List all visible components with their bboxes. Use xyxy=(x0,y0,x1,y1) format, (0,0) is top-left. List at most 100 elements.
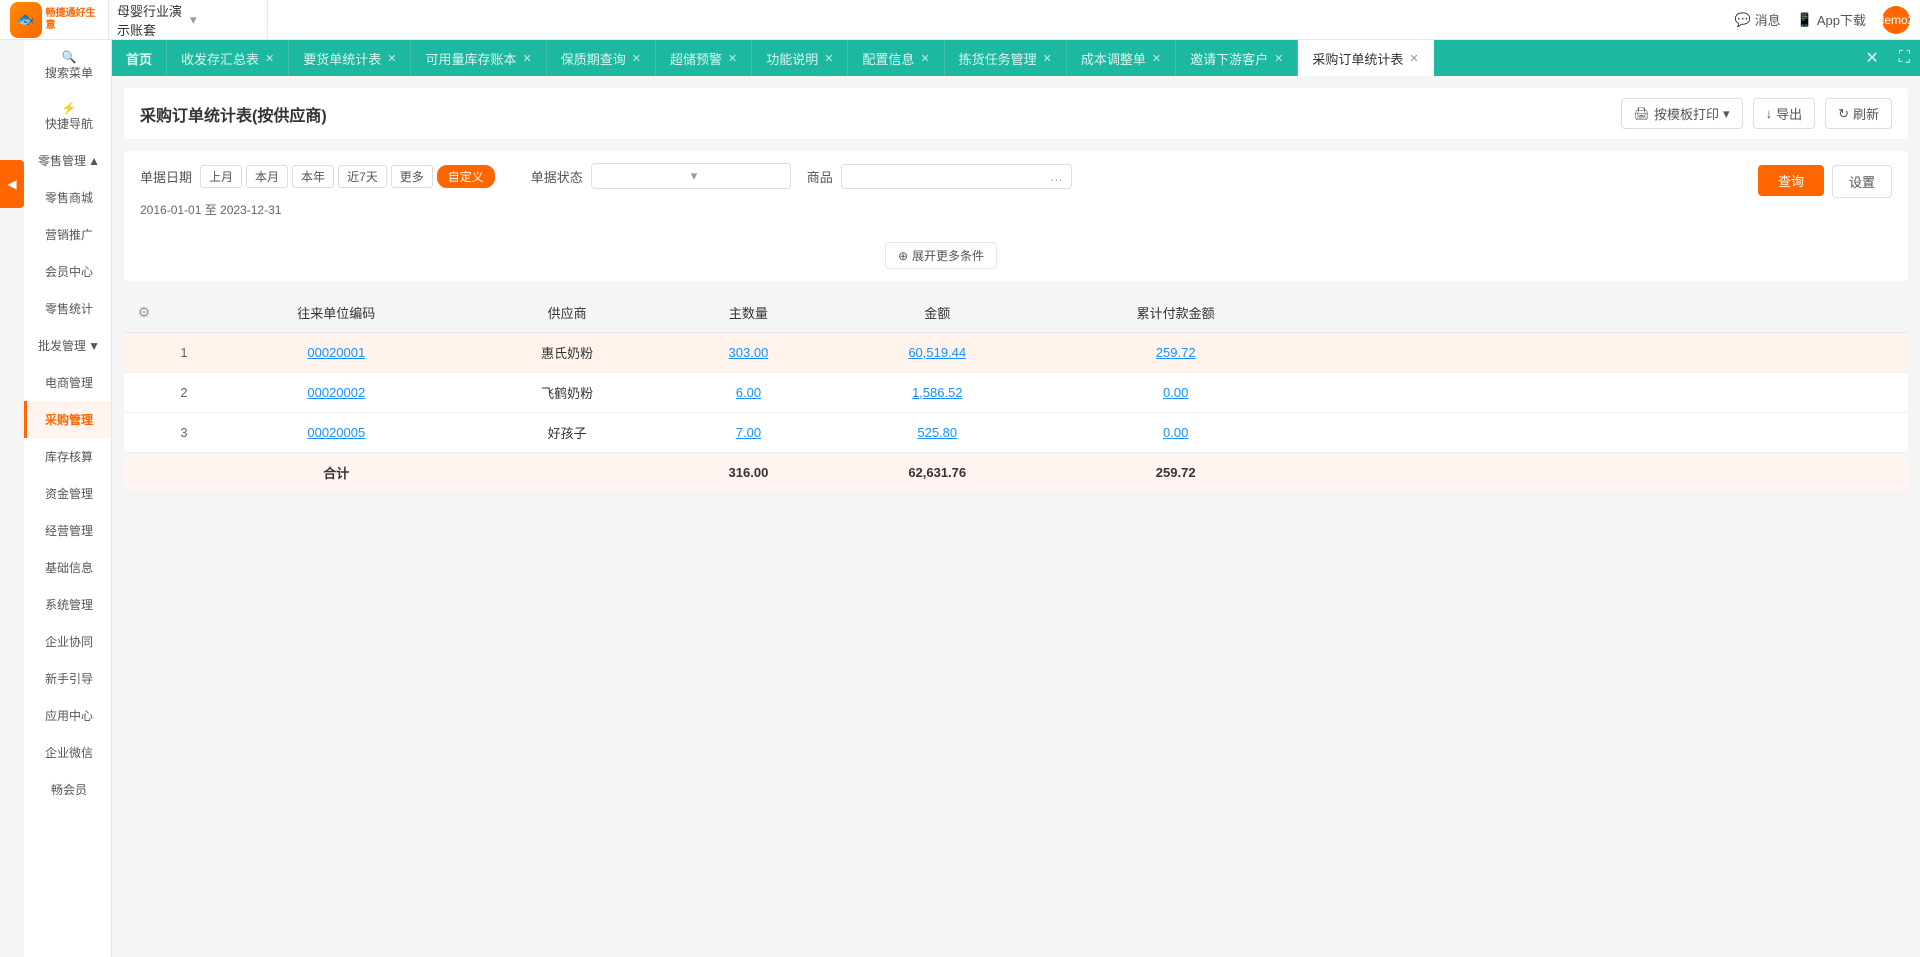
query-button[interactable]: 查询 xyxy=(1758,165,1824,196)
tab-pick-task-close[interactable]: ✕ xyxy=(1043,52,1052,65)
sidebar-item-member[interactable]: 会员中心 xyxy=(24,253,111,290)
tab-cost-adjust[interactable]: 成本调整单 ✕ xyxy=(1067,40,1176,76)
export-button[interactable]: ↓ 导出 xyxy=(1753,98,1816,129)
tab-cost-adjust-close[interactable]: ✕ xyxy=(1152,52,1161,65)
tab-pick-task[interactable]: 拣货任务管理 ✕ xyxy=(945,40,1067,76)
tab-warranty-query-close[interactable]: ✕ xyxy=(632,52,641,65)
sidebar-item-purchase[interactable]: 采购管理 xyxy=(24,401,111,438)
goods-input[interactable] xyxy=(850,169,1050,184)
sidebar-item-retail-stats[interactable]: 零售统计 xyxy=(24,290,111,327)
sidebar-item-search[interactable]: 🔍 搜索菜单 xyxy=(24,40,111,91)
footer-paid-cell: 259.72 xyxy=(1043,453,1308,493)
sidebar-item-enterprise[interactable]: 企业协同 xyxy=(24,623,111,660)
col-supplier-code: 往来单位编码 xyxy=(204,293,469,333)
row-settings-cell xyxy=(124,373,164,413)
row-paid-amount-cell[interactable]: 259.72 xyxy=(1043,333,1308,373)
message-label: 消息 xyxy=(1755,10,1781,29)
workspace-arrow-icon: ▾ xyxy=(190,12,259,28)
row-quantity-cell[interactable]: 303.00 xyxy=(666,333,831,373)
settings-button[interactable]: 设置 xyxy=(1832,165,1892,198)
sidebar-item-inventory[interactable]: 库存核算 xyxy=(24,438,111,475)
row-settings-cell xyxy=(124,333,164,373)
user-avatar[interactable]: demo2 xyxy=(1882,6,1910,34)
footer-seq-cell xyxy=(164,453,204,493)
tab-function-desc-close[interactable]: ✕ xyxy=(824,52,833,65)
date-btn-this-month[interactable]: 本月 xyxy=(246,165,288,188)
sidebar-item-wholesale[interactable]: 批发管理 ▼ xyxy=(24,327,111,364)
sidebar-item-quick-nav[interactable]: ⚡ 快捷导航 xyxy=(24,91,111,142)
top-bar: 🐟 畅捷通好生意 母婴行业演示账套 ▾ 💬 消息 📱 App下载 demo2 xyxy=(0,0,1920,40)
sidebar-item-ecommerce[interactable]: 电商管理 xyxy=(24,364,111,401)
logo-text: 畅捷通好生意 xyxy=(46,8,99,32)
sidebar-item-finance[interactable]: 资金管理 xyxy=(24,475,111,512)
row-supplier-code-cell[interactable]: 00020001 xyxy=(204,333,469,373)
row-quantity-cell[interactable]: 7.00 xyxy=(666,413,831,453)
tab-receive-summary-close[interactable]: ✕ xyxy=(265,52,274,65)
row-empty-cell xyxy=(1308,333,1908,373)
sidebar-item-operations[interactable]: 经营管理 xyxy=(24,512,111,549)
tab-receive-summary[interactable]: 收发存汇总表 ✕ xyxy=(167,40,289,76)
tab-config-info[interactable]: 配置信息 ✕ xyxy=(848,40,944,76)
workspace-selector[interactable]: 母婴行业演示账套 ▾ xyxy=(108,0,268,44)
sidebar-item-system[interactable]: 系统管理 xyxy=(24,586,111,623)
row-supplier-code-cell[interactable]: 00020002 xyxy=(204,373,469,413)
tab-home[interactable]: 首页 xyxy=(112,40,167,76)
date-btn-custom[interactable]: 自定义 xyxy=(437,165,495,188)
tab-order-stats-close[interactable]: ✕ xyxy=(387,52,396,65)
export-label: 导出 xyxy=(1776,104,1802,123)
tab-available-inventory[interactable]: 可用量库存账本 ✕ xyxy=(411,40,546,76)
sidebar-item-app-center[interactable]: 应用中心 xyxy=(24,697,111,734)
print-arrow-icon: ▾ xyxy=(1723,106,1730,122)
expand-icon: ⊕ xyxy=(898,249,908,263)
table-row: 2 00020002 飞鹤奶粉 6.00 1,586.52 0.00 xyxy=(124,373,1908,413)
row-amount-cell[interactable]: 1,586.52 xyxy=(831,373,1043,413)
tab-invite-downstream[interactable]: 邀请下游客户 ✕ xyxy=(1176,40,1298,76)
sidebar-item-finance-label: 资金管理 xyxy=(31,485,107,502)
print-icon: 🖨 xyxy=(1634,106,1651,122)
sidebar-item-retail-shop[interactable]: 零售商城 xyxy=(24,179,111,216)
maximize-tab-btn[interactable]: ⛶ xyxy=(1889,40,1920,76)
status-select[interactable]: ▾ xyxy=(591,163,791,189)
sidebar-item-vip[interactable]: 畅会员 xyxy=(24,771,111,808)
message-action[interactable]: 💬 消息 xyxy=(1734,10,1780,29)
date-btn-7days[interactable]: 近7天 xyxy=(338,165,387,188)
quick-nav-icon: ⚡ xyxy=(31,101,107,115)
sidebar-item-retail[interactable]: 零售管理 ▲ xyxy=(24,142,111,179)
date-btn-last-month[interactable]: 上月 xyxy=(200,165,242,188)
row-paid-amount-cell[interactable]: 0.00 xyxy=(1043,373,1308,413)
sidebar-item-wechat[interactable]: 企业微信 xyxy=(24,734,111,771)
tab-purchase-order-stats-close[interactable]: ✕ xyxy=(1409,52,1418,65)
data-table-container: ⚙ 往来单位编码 供应商 主数量 金额 累计付款金额 xyxy=(124,293,1908,493)
refresh-button[interactable]: ↻ 刷新 xyxy=(1825,98,1892,129)
tab-order-stats[interactable]: 要货单统计表 ✕ xyxy=(289,40,411,76)
close-tab-btn[interactable]: ✕ xyxy=(1855,40,1888,76)
row-amount-cell[interactable]: 60,519.44 xyxy=(831,333,1043,373)
col-settings-icon[interactable]: ⚙ xyxy=(138,304,151,320)
print-button[interactable]: 🖨 按模板打印 ▾ xyxy=(1621,98,1743,129)
app-download-action[interactable]: 📱 App下载 xyxy=(1797,10,1866,29)
tab-warranty-query[interactable]: 保质期查询 ✕ xyxy=(547,40,656,76)
row-supplier-code-cell[interactable]: 00020005 xyxy=(204,413,469,453)
expand-more-btn[interactable]: ⊕ 展开更多条件 xyxy=(885,242,997,269)
sidebar-item-marketing-label: 营销推广 xyxy=(31,226,107,243)
tab-overstock-warning-label: 超储预警 xyxy=(670,49,722,68)
tab-invite-downstream-close[interactable]: ✕ xyxy=(1274,52,1283,65)
tab-overstock-warning[interactable]: 超储预警 ✕ xyxy=(656,40,752,76)
tab-function-desc[interactable]: 功能说明 ✕ xyxy=(752,40,848,76)
goods-more-icon[interactable]: … xyxy=(1050,169,1063,184)
sidebar-item-new-guide[interactable]: 新手引导 xyxy=(24,660,111,697)
row-quantity-cell[interactable]: 6.00 xyxy=(666,373,831,413)
tab-available-inventory-close[interactable]: ✕ xyxy=(523,52,532,65)
tab-overstock-warning-close[interactable]: ✕ xyxy=(728,52,737,65)
sidebar-item-marketing[interactable]: 营销推广 xyxy=(24,216,111,253)
sidebar-item-inventory-label: 库存核算 xyxy=(31,448,107,465)
tab-config-info-close[interactable]: ✕ xyxy=(920,52,929,65)
tab-purchase-order-stats[interactable]: 采购订单统计表 ✕ xyxy=(1298,40,1433,76)
date-btn-more[interactable]: 更多 xyxy=(391,165,433,188)
col-settings: ⚙ xyxy=(124,293,164,333)
sidebar-item-basic-info[interactable]: 基础信息 xyxy=(24,549,111,586)
row-amount-cell[interactable]: 525.80 xyxy=(831,413,1043,453)
row-paid-amount-cell[interactable]: 0.00 xyxy=(1043,413,1308,453)
sidebar-toggle[interactable]: ◀ xyxy=(0,160,24,208)
date-btn-this-year[interactable]: 本年 xyxy=(292,165,334,188)
